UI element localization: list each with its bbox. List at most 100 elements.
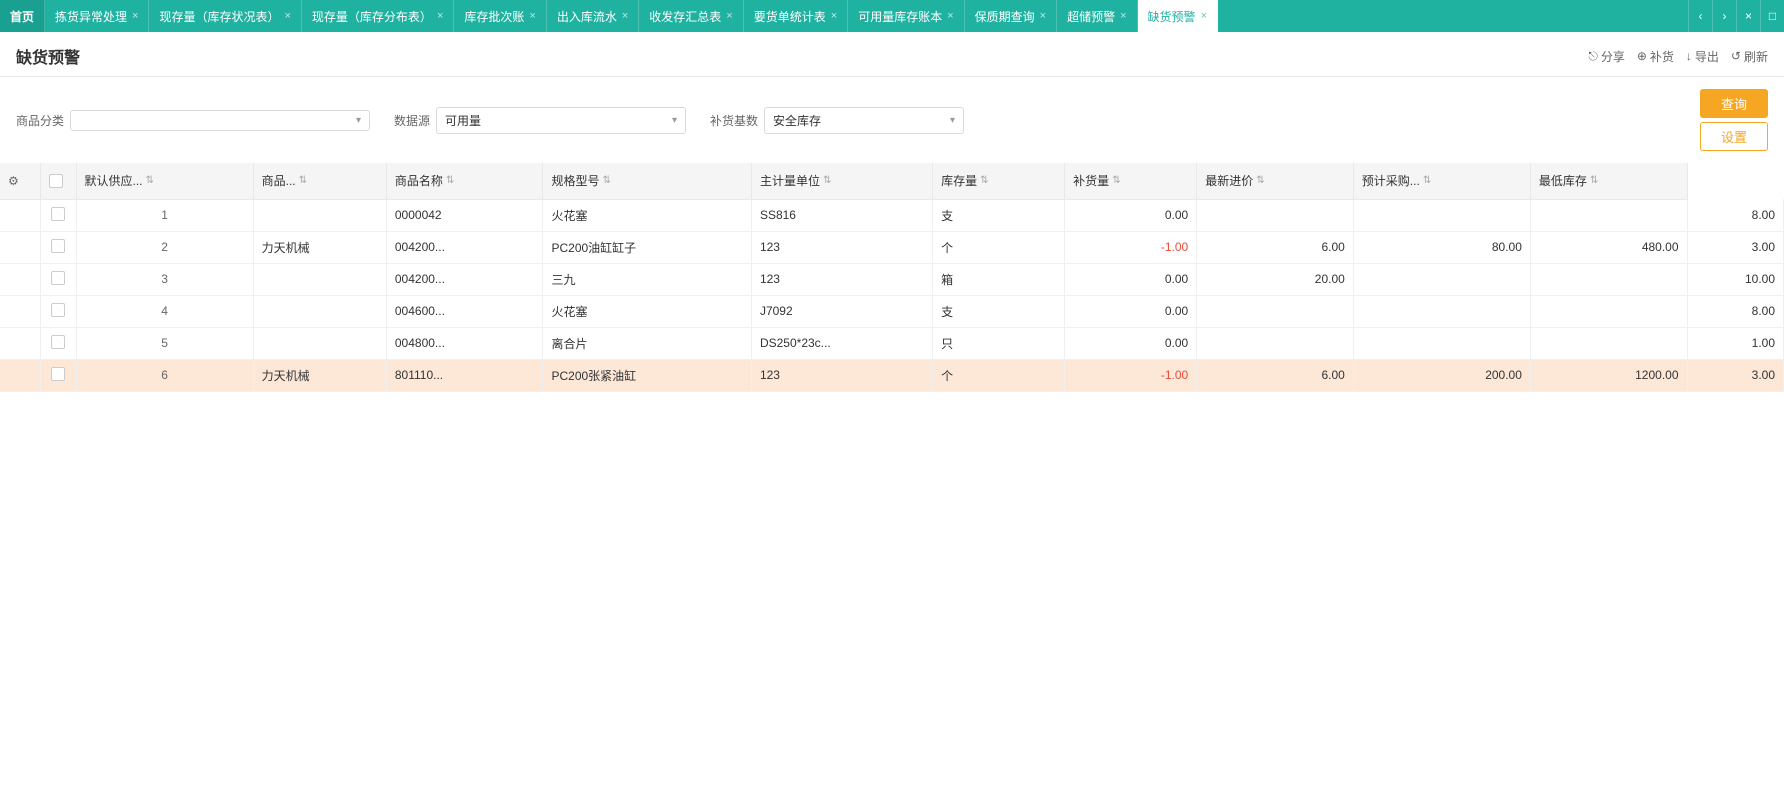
col-latest-price[interactable]: 最新进价 ⇅: [1197, 163, 1354, 199]
tab-recv-send-summary[interactable]: 收发存汇总表 ×: [639, 0, 743, 32]
col-product-name[interactable]: 商品名称 ⇅: [386, 163, 543, 199]
export-button[interactable]: ↓ 导出: [1686, 48, 1719, 65]
tab-close-btn[interactable]: ×: [1736, 0, 1760, 32]
col-default-supplier-label: 默认供应...: [85, 172, 143, 189]
tab-available-book[interactable]: 可用量库存账本 ×: [848, 0, 964, 32]
replenish-button[interactable]: ⊕ 补货: [1637, 48, 1674, 65]
col-unit-label: 主计量单位: [760, 172, 820, 189]
row-product-name: 火花塞: [543, 295, 751, 327]
row-default-supplier: [253, 199, 386, 231]
tab-scroll-right-btn[interactable]: ›: [1712, 0, 1736, 32]
category-chevron-down-icon: ▾: [356, 115, 361, 126]
tab-scroll-left-btn[interactable]: ‹: [1688, 0, 1712, 32]
row-default-supplier: [253, 295, 386, 327]
tab-home-label: 首页: [10, 8, 34, 25]
row-unit: 支: [933, 295, 1065, 327]
row-num: 3: [76, 263, 253, 295]
row-num: 2: [76, 231, 253, 263]
header-actions: ⎋ 分享 ⊕ 补货 ↓ 导出 ↺ 刷新: [1588, 48, 1768, 65]
row-est-purchase: [1530, 263, 1687, 295]
col-default-supplier-sort-icon: ⇅: [146, 175, 154, 186]
column-settings-icon[interactable]: ⚙: [8, 174, 19, 188]
row-latest-price: 80.00: [1353, 231, 1530, 263]
tab-pick-exception-close[interactable]: ×: [132, 10, 138, 22]
tab-overstock-warning[interactable]: 超储预警 ×: [1057, 0, 1137, 32]
col-min-stock[interactable]: 最低库存 ⇅: [1530, 163, 1687, 199]
tab-maximize-btn[interactable]: □: [1760, 0, 1784, 32]
tab-inout-flow-close[interactable]: ×: [622, 10, 628, 22]
col-replenish-qty[interactable]: 补货量 ⇅: [1065, 163, 1197, 199]
col-est-purchase[interactable]: 预计采购... ⇅: [1353, 163, 1530, 199]
refresh-icon: ↺: [1731, 49, 1741, 63]
refresh-button[interactable]: ↺ 刷新: [1731, 48, 1768, 65]
tab-home[interactable]: 首页: [0, 0, 45, 32]
replenish-base-label: 补货基数: [710, 112, 758, 129]
replenish-label: 补货: [1650, 48, 1674, 65]
settings-button[interactable]: 设置: [1700, 122, 1768, 151]
row-spec: 123: [751, 359, 932, 391]
shortage-table: ⚙ 默认供应... ⇅: [0, 163, 1784, 392]
row-product-name: 三九: [543, 263, 751, 295]
page-header: 缺货预警 ⎋ 分享 ⊕ 补货 ↓ 导出 ↺ 刷新: [0, 32, 1784, 77]
table-container: ⚙ 默认供应... ⇅: [0, 163, 1784, 392]
row-stock-qty: 0.00: [1065, 199, 1197, 231]
row-min-stock: 1.00: [1687, 327, 1783, 359]
select-all-checkbox[interactable]: [49, 174, 63, 188]
tab-expiry-query[interactable]: 保质期查询 ×: [965, 0, 1057, 32]
tab-inout-flow[interactable]: 出入库流水 ×: [547, 0, 639, 32]
share-icon: ⎋: [1588, 49, 1598, 64]
tab-pick-exception-label: 拣货异常处理: [55, 8, 127, 25]
table-header-row: ⚙ 默认供应... ⇅: [0, 163, 1784, 199]
row-stock-qty: 0.00: [1065, 327, 1197, 359]
col-default-supplier[interactable]: 默认供应... ⇅: [76, 163, 253, 199]
tab-inout-flow-label: 出入库流水: [557, 8, 617, 25]
query-button[interactable]: 查询: [1700, 89, 1768, 118]
tab-inventory-status-close[interactable]: ×: [284, 10, 290, 22]
tab-batch-account[interactable]: 库存批次账 ×: [454, 0, 546, 32]
tab-inventory-dist[interactable]: 现存量（库存分布表） ×: [302, 0, 454, 32]
col-product-code[interactable]: 商品... ⇅: [253, 163, 386, 199]
row-replenish-qty: [1197, 327, 1354, 359]
tab-recv-send-summary-label: 收发存汇总表: [649, 8, 721, 25]
row-replenish-qty: 6.00: [1197, 359, 1354, 391]
row-est-purchase: [1530, 199, 1687, 231]
datasource-select[interactable]: 可用量 ▾: [436, 107, 686, 134]
tab-order-stat-close[interactable]: ×: [831, 10, 837, 22]
col-stock-qty[interactable]: 库存量 ⇅: [933, 163, 1065, 199]
row-checkbox[interactable]: [51, 367, 65, 381]
col-product-code-label: 商品...: [262, 172, 296, 189]
row-checkbox[interactable]: [51, 239, 65, 253]
tab-available-book-close[interactable]: ×: [947, 10, 953, 22]
row-checkbox[interactable]: [51, 303, 65, 317]
row-checkbox[interactable]: [51, 335, 65, 349]
replenish-base-select[interactable]: 安全库存 ▾: [764, 107, 964, 134]
row-num: 1: [76, 199, 253, 231]
category-select[interactable]: ▾: [70, 110, 370, 131]
tab-shortage-warning-close[interactable]: ×: [1201, 10, 1207, 22]
col-est-purchase-sort-icon: ⇅: [1423, 175, 1431, 186]
row-product-code: 004800...: [386, 327, 543, 359]
row-unit: 箱: [933, 263, 1065, 295]
tab-shortage-warning[interactable]: 缺货预警 ×: [1138, 0, 1218, 32]
tab-inventory-status[interactable]: 现存量（库存状况表） ×: [149, 0, 301, 32]
col-latest-price-label: 最新进价: [1205, 172, 1253, 189]
tab-batch-account-close[interactable]: ×: [529, 10, 535, 22]
tab-recv-send-summary-close[interactable]: ×: [726, 10, 732, 22]
row-product-name: 离合片: [543, 327, 751, 359]
share-button[interactable]: ⎋ 分享: [1588, 48, 1625, 65]
tab-overstock-warning-close[interactable]: ×: [1120, 10, 1126, 22]
tab-pick-exception[interactable]: 拣货异常处理 ×: [45, 0, 149, 32]
row-checkbox-cell: [40, 231, 76, 263]
row-settings-cell: [0, 231, 40, 263]
col-spec[interactable]: 规格型号 ⇅: [543, 163, 751, 199]
table-row: 2 力天机械 004200... PC200油缸缸子 123 个 -1.00 6…: [0, 231, 1784, 263]
row-checkbox[interactable]: [51, 271, 65, 285]
col-unit[interactable]: 主计量单位 ⇅: [751, 163, 932, 199]
table-body: 1 0000042 火花塞 SS816 支 0.00 8.00 2 力天机械 0…: [0, 199, 1784, 391]
tab-order-stat[interactable]: 要货单统计表 ×: [744, 0, 848, 32]
row-checkbox[interactable]: [51, 207, 65, 221]
tab-expiry-query-close[interactable]: ×: [1040, 10, 1046, 22]
col-replenish-qty-label: 补货量: [1073, 172, 1109, 189]
row-replenish-qty: [1197, 199, 1354, 231]
tab-inventory-dist-close[interactable]: ×: [437, 10, 443, 22]
